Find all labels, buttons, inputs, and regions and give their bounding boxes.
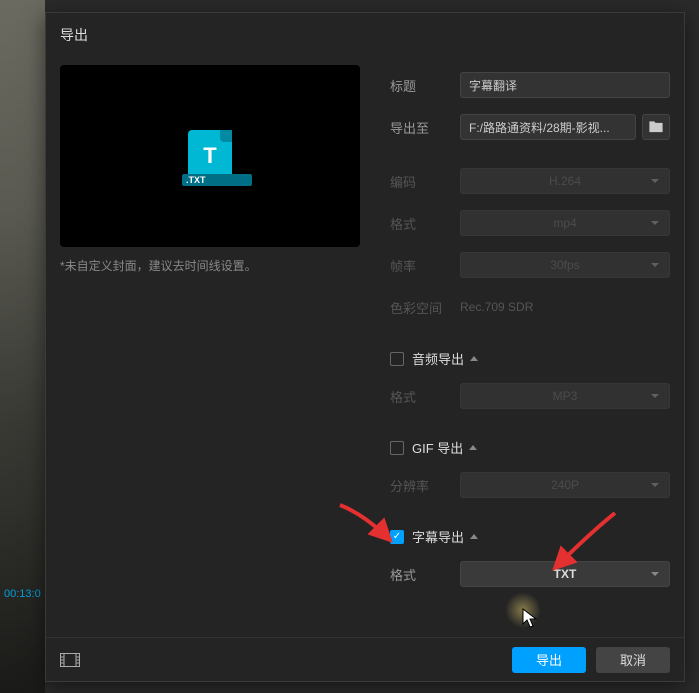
- chevron-down-icon: [651, 221, 659, 225]
- gif-checkbox[interactable]: [390, 441, 404, 455]
- chevron-down-icon: [651, 263, 659, 267]
- preview-column: T .TXT *未自定义封面，建议去时间线设置。: [60, 57, 360, 637]
- row-framerate: 帧率 30fps: [390, 251, 670, 279]
- expand-icon: [470, 356, 478, 361]
- folder-icon: [649, 121, 663, 133]
- timeline-timecode: 00:13:0: [4, 588, 41, 600]
- row-encoding: 编码 H.264: [390, 167, 670, 195]
- gif-section-label: GIF 导出: [412, 438, 463, 457]
- format-label: 格式: [390, 214, 460, 233]
- exportto-label: 导出至: [390, 118, 460, 137]
- subtitle-format-select[interactable]: TXT: [460, 561, 670, 587]
- footer-icon-button[interactable]: [60, 653, 80, 667]
- preview-thumbnail: T .TXT: [60, 65, 360, 247]
- format-select: mp4: [460, 210, 670, 236]
- export-button[interactable]: 导出: [512, 647, 586, 673]
- subtitle-checkbox[interactable]: [390, 530, 404, 544]
- framerate-select: 30fps: [460, 252, 670, 278]
- row-gif-res: 分辨率 240P: [390, 471, 670, 499]
- row-title: 标题 字幕翻译: [390, 71, 670, 99]
- gif-res-label: 分辨率: [390, 476, 460, 495]
- row-audio-format: 格式 MP3: [390, 382, 670, 410]
- dialog-content: T .TXT *未自定义封面，建议去时间线设置。 标题 字幕翻译 导出至 F:/…: [46, 57, 684, 637]
- title-input[interactable]: 字幕翻译: [460, 72, 670, 98]
- encoding-label: 编码: [390, 172, 460, 191]
- expand-icon: [470, 534, 478, 539]
- settings-column: 标题 字幕翻译 导出至 F:/路路通资料/28期-影视... 编码 H.264 …: [360, 57, 670, 637]
- dialog-footer: 导出 取消: [46, 637, 684, 681]
- framerate-label: 帧率: [390, 256, 460, 275]
- exportto-input[interactable]: F:/路路通资料/28期-影视...: [460, 114, 636, 140]
- row-format-video: 格式 mp4: [390, 209, 670, 237]
- colorspace-value: Rec.709 SDR: [460, 300, 533, 314]
- chevron-down-icon: [651, 394, 659, 398]
- audio-section-label: 音频导出: [412, 349, 464, 368]
- audio-format-select: MP3: [460, 383, 670, 409]
- audio-format-label: 格式: [390, 387, 460, 406]
- cursor-highlight: [505, 592, 541, 628]
- filmstrip-icon: [60, 653, 80, 667]
- export-dialog: 导出 T .TXT *未自定义封面，建议去时间线设置。 标题 字幕翻译 导出至 …: [45, 12, 685, 682]
- row-subtitle-format: 格式 TXT: [390, 560, 670, 588]
- section-audio[interactable]: 音频导出: [390, 349, 670, 368]
- chevron-down-icon: [651, 572, 659, 576]
- row-colorspace: 色彩空间 Rec.709 SDR: [390, 293, 670, 321]
- chevron-down-icon: [651, 483, 659, 487]
- expand-icon: [469, 445, 477, 450]
- colorspace-label: 色彩空间: [390, 298, 460, 317]
- cancel-button[interactable]: 取消: [596, 647, 670, 673]
- subtitle-format-label: 格式: [390, 565, 460, 584]
- dialog-title: 导出: [46, 13, 684, 57]
- title-label: 标题: [390, 76, 460, 95]
- gif-res-select: 240P: [460, 472, 670, 498]
- audio-checkbox[interactable]: [390, 352, 404, 366]
- browse-folder-button[interactable]: [642, 114, 670, 140]
- row-exportto: 导出至 F:/路路通资料/28期-影视...: [390, 113, 670, 141]
- txt-file-icon: T .TXT: [188, 130, 232, 182]
- preview-caption: *未自定义封面，建议去时间线设置。: [60, 257, 360, 274]
- section-gif[interactable]: GIF 导出: [390, 438, 670, 457]
- subtitle-section-label: 字幕导出: [412, 527, 464, 546]
- section-subtitle[interactable]: 字幕导出: [390, 527, 670, 546]
- encoding-select: H.264: [460, 168, 670, 194]
- chevron-down-icon: [651, 179, 659, 183]
